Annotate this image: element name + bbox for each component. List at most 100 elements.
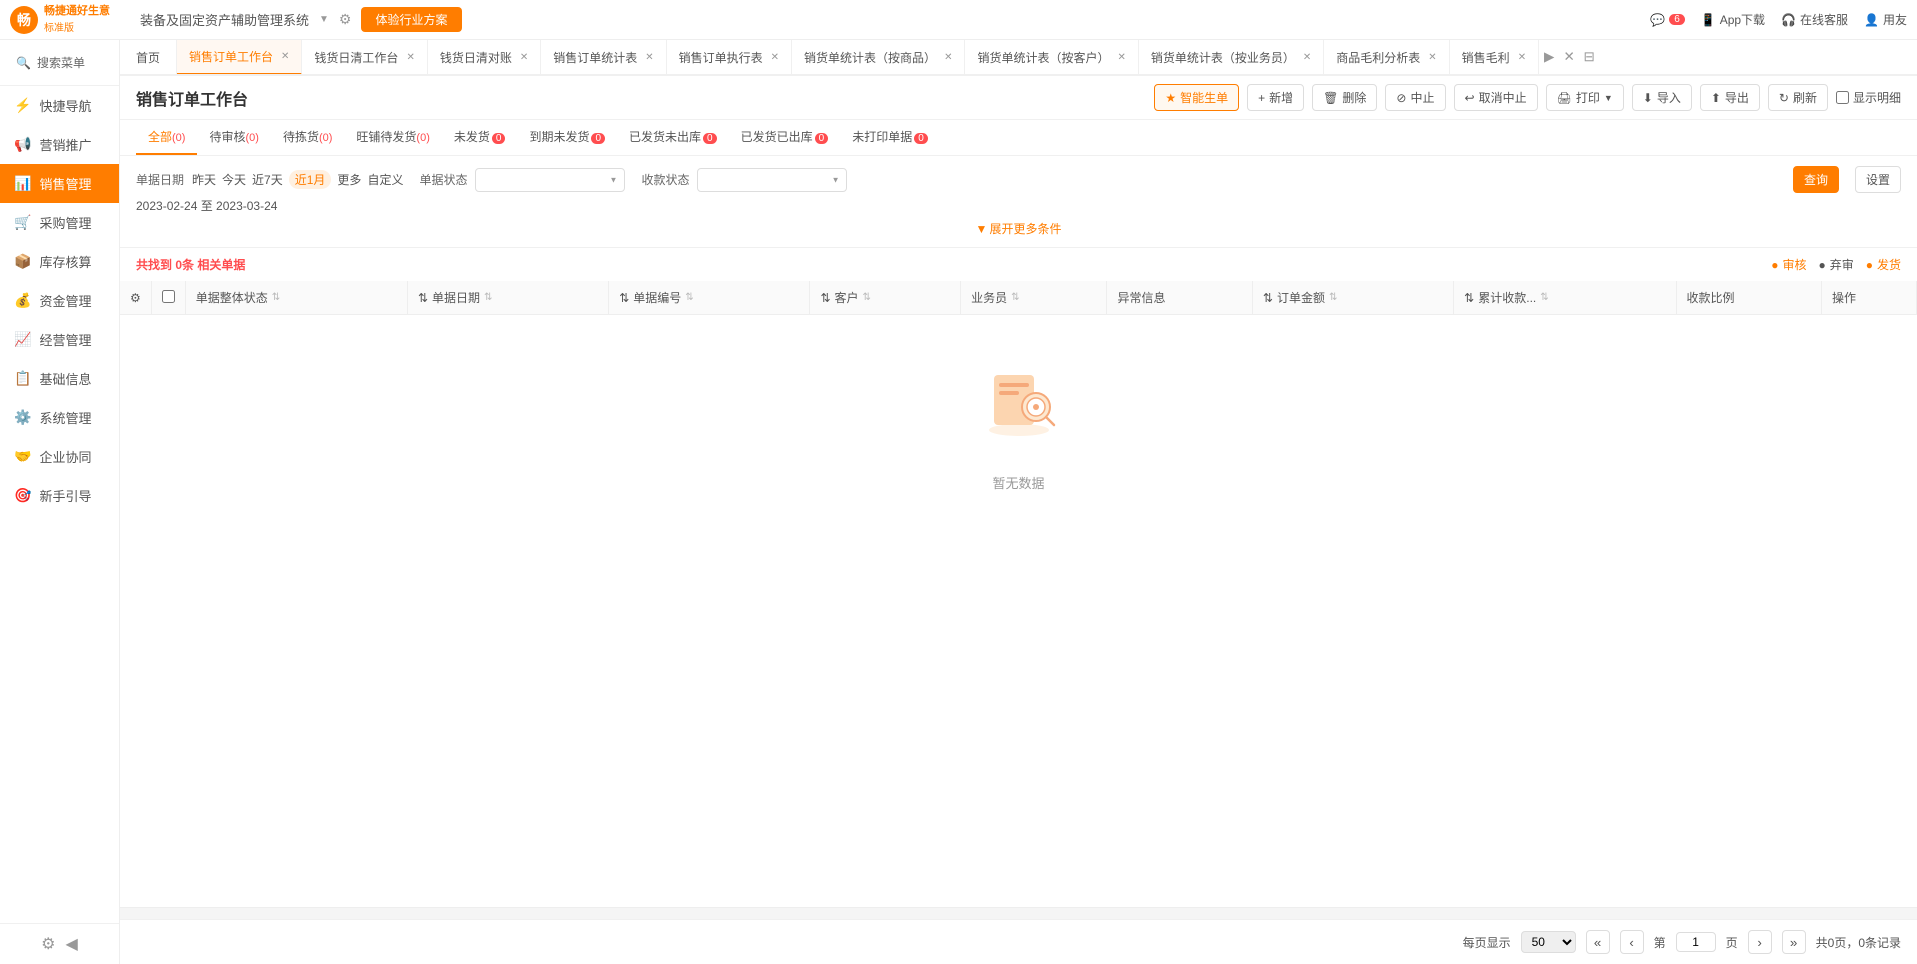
sort-number[interactable]: ⇅ — [685, 292, 693, 303]
add-btn[interactable]: + 新增 — [1247, 84, 1304, 111]
sidebar-collapse-btn[interactable]: ◀ — [66, 934, 78, 954]
tab-close-all[interactable]: ✕ — [1559, 40, 1579, 75]
table-scroll-area[interactable]: ⚙ 单据整体状态 ⇅ ⇅ — [120, 281, 1917, 907]
sidebar-item-quick-nav[interactable]: ⚡ 快捷导航 — [0, 86, 119, 125]
sub-tab-unshipped[interactable]: 未发货0 — [442, 120, 518, 155]
tab-sales-order-workbench[interactable]: 销售订单工作台 ✕ — [177, 40, 302, 75]
show-detail-input[interactable] — [1836, 91, 1849, 104]
th-operation: 操作 — [1822, 281, 1917, 315]
tab-sales-by-staff[interactable]: 销货单统计表（按业务员） ✕ — [1139, 40, 1324, 75]
sidebar-item-basic-info[interactable]: 📋 基础信息 — [0, 359, 119, 398]
page-input[interactable] — [1676, 932, 1716, 952]
payment-filter-group: 收款状态 — [641, 168, 847, 192]
tab-scroll-right[interactable]: ▶ — [1539, 40, 1559, 75]
tab-close-6[interactable]: ✕ — [944, 52, 952, 63]
export-btn[interactable]: ⬆ 导出 — [1700, 84, 1760, 111]
sidebar-item-inventory[interactable]: 📦 库存核算 — [0, 242, 119, 281]
sidebar-item-finance[interactable]: 💰 资金管理 — [0, 281, 119, 320]
sub-tab-shipped-out[interactable]: 已发货已出库0 — [729, 120, 841, 155]
delete-btn[interactable]: 🗑 删除 — [1312, 84, 1377, 111]
tab-sales-by-product[interactable]: 销货单统计表（按商品） ✕ — [792, 40, 965, 75]
sidebar-item-marketing[interactable]: 📢 营销推广 — [0, 125, 119, 164]
sort-cumulative[interactable]: ⇅ — [1540, 292, 1548, 303]
sort-amount[interactable]: ⇅ — [1329, 292, 1337, 303]
tab-sales-margin[interactable]: 销售毛利 ✕ — [1450, 40, 1539, 75]
tab-product-margin[interactable]: 商品毛利分析表 ✕ — [1324, 40, 1449, 75]
sidebar-item-system[interactable]: ⚙️ 系统管理 — [0, 398, 119, 437]
tab-sales-by-customer[interactable]: 销货单统计表（按客户） ✕ — [965, 40, 1138, 75]
experience-btn[interactable]: 体验行业方案 — [361, 7, 461, 32]
sub-tab-overdue-unshipped[interactable]: 到期未发货0 — [517, 120, 617, 155]
tab-close-1[interactable]: ✕ — [281, 51, 289, 62]
tab-close-4[interactable]: ✕ — [645, 52, 653, 63]
tab-expand-menu[interactable]: ⊟ — [1579, 40, 1599, 75]
sort-status[interactable]: ⇅ — [272, 292, 280, 303]
sub-tab-all[interactable]: 全部(0) — [136, 120, 197, 155]
batch-cancel-review-btn[interactable]: ● 弃审 — [1818, 256, 1853, 273]
tab-close-5[interactable]: ✕ — [771, 52, 779, 63]
app-download-btn[interactable]: 📱 App下载 — [1701, 11, 1765, 28]
expand-filter-btn[interactable]: ▼ 展开更多条件 — [976, 220, 1062, 237]
shortcut-7days[interactable]: 近7天 — [252, 171, 283, 188]
horizontal-scrollbar[interactable] — [120, 907, 1917, 919]
sidebar-settings-btn[interactable]: ⚙ — [41, 934, 55, 954]
batch-ship-btn[interactable]: ● 发货 — [1866, 256, 1901, 273]
tab-close-7[interactable]: ✕ — [1117, 52, 1125, 63]
tab-close-8[interactable]: ✕ — [1303, 52, 1311, 63]
page-next-btn[interactable]: › — [1748, 930, 1772, 954]
tab-close-3[interactable]: ✕ — [520, 52, 528, 63]
payment-select[interactable] — [697, 168, 847, 192]
page-prev-btn[interactable]: ‹ — [1620, 930, 1644, 954]
tab-sales-exec[interactable]: 销售订单执行表 ✕ — [667, 40, 792, 75]
tab-close-10[interactable]: ✕ — [1518, 52, 1526, 63]
tab-close-2[interactable]: ✕ — [406, 52, 414, 63]
status-select[interactable] — [475, 168, 625, 192]
online-service-btn[interactable]: 🎧 在线客服 — [1781, 11, 1848, 28]
show-detail-checkbox[interactable]: 显示明细 — [1836, 89, 1901, 106]
settings-gear[interactable]: ⚙ — [339, 11, 352, 28]
smart-create-btn[interactable]: ★ 智能生单 — [1154, 84, 1239, 111]
shortcut-yesterday[interactable]: 昨天 — [192, 171, 216, 188]
batch-review-btn[interactable]: ● 审核 — [1771, 256, 1806, 273]
shortcut-today[interactable]: 今天 — [222, 171, 246, 188]
sub-tab-pending-pick[interactable]: 待拣货(0) — [271, 120, 344, 155]
th-checkbox[interactable] — [151, 281, 185, 315]
sub-tab-unprinted[interactable]: 未打印单据0 — [840, 120, 940, 155]
page-size-select[interactable]: 50 10 20 100 — [1521, 931, 1576, 953]
sidebar-item-purchase[interactable]: 🛒 采购管理 — [0, 203, 119, 242]
search-menu-btn[interactable]: 🔍 搜索菜单 — [8, 48, 111, 77]
sort-staff[interactable]: ⇅ — [1011, 292, 1019, 303]
search-btn[interactable]: 查询 — [1793, 166, 1839, 193]
refresh-icon: ↻ — [1779, 91, 1789, 105]
toolbar-actions: ★ 智能生单 + 新增 🗑 删除 ⊘ 中止 — [1154, 84, 1901, 111]
shortcut-1month[interactable]: 近1月 — [289, 170, 332, 189]
tab-cash-daily[interactable]: 钱货日清工作台 ✕ — [302, 40, 427, 75]
sidebar-item-sales[interactable]: 📊 销售管理 — [0, 164, 119, 203]
sidebar-item-operations[interactable]: 📈 经营管理 — [0, 320, 119, 359]
import-btn[interactable]: ⬇ 导入 — [1632, 84, 1692, 111]
page-last-btn[interactable]: » — [1782, 930, 1806, 954]
cancel-suspend-btn[interactable]: ↩ 取消中止 — [1454, 84, 1538, 111]
shortcut-custom[interactable]: 自定义 — [367, 171, 403, 188]
refresh-btn[interactable]: ↻ 刷新 — [1768, 84, 1828, 111]
tab-home[interactable]: 首页 — [120, 40, 177, 75]
tab-sales-stat[interactable]: 销售订单统计表 ✕ — [541, 40, 666, 75]
sub-tab-pending-review[interactable]: 待审核(0) — [197, 120, 270, 155]
sub-tab-wangpu-ship[interactable]: 旺铺待发货(0) — [344, 120, 441, 155]
sidebar-item-guide[interactable]: 🎯 新手引导 — [0, 476, 119, 515]
settings-btn[interactable]: 设置 — [1855, 166, 1901, 193]
sort-customer[interactable]: ⇅ — [863, 292, 871, 303]
page-first-btn[interactable]: « — [1586, 930, 1610, 954]
sidebar-item-enterprise[interactable]: 🤝 企业协同 — [0, 437, 119, 476]
suspend-btn[interactable]: ⊘ 中止 — [1385, 84, 1445, 111]
sub-tab-shipped-not-out[interactable]: 已发货未出库0 — [617, 120, 729, 155]
sort-icon-cum: ⇅ — [1464, 291, 1474, 305]
shortcut-more[interactable]: 更多 — [337, 171, 361, 188]
print-btn[interactable]: 🖨 打印 ▼ — [1546, 84, 1624, 111]
message-btn[interactable]: 💬 6 — [1650, 13, 1685, 27]
user-avatar[interactable]: 👤 用友 — [1864, 11, 1907, 28]
sort-date[interactable]: ⇅ — [484, 292, 492, 303]
tab-close-9[interactable]: ✕ — [1428, 52, 1436, 63]
select-all-checkbox[interactable] — [162, 290, 175, 303]
tab-cash-reconcile[interactable]: 钱货日清对账 ✕ — [428, 40, 541, 75]
